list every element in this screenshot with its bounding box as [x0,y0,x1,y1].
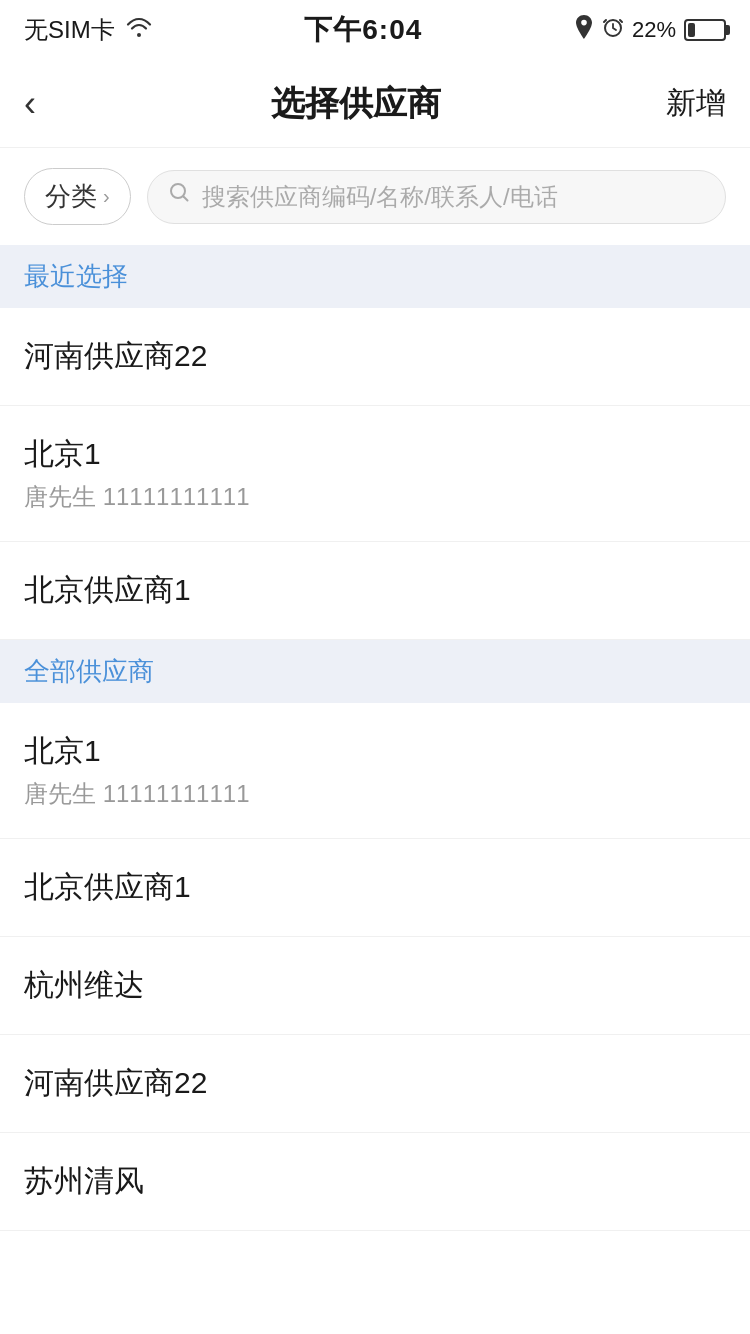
section-header-label-recent: 最近选择 [24,261,128,291]
chevron-right-icon: › [103,185,110,208]
section-header-all: 全部供应商 [0,640,750,703]
section-header-label-all: 全部供应商 [24,656,154,686]
alarm-icon [602,16,624,44]
list-item[interactable]: 苏州清风 [0,1133,750,1231]
category-label: 分类 [45,179,97,214]
add-button[interactable]: 新增 [666,83,726,124]
list-item[interactable]: 北京供应商1 [0,839,750,937]
wifi-icon [125,16,153,44]
item-name: 北京供应商1 [24,570,726,611]
item-name: 北京供应商1 [24,867,726,908]
item-contact: 唐先生 11111111111 [24,778,726,810]
item-name: 河南供应商22 [24,1063,726,1104]
item-name: 北京1 [24,434,726,475]
location-icon [574,15,594,45]
filter-bar: 分类 › 搜索供应商编码/名称/联系人/电话 [0,148,750,245]
nav-bar: ‹ 选择供应商 新增 [0,60,750,148]
battery-icon [684,19,726,41]
battery-percent: 22% [632,17,676,43]
status-carrier: 无SIM卡 [24,14,153,46]
section-header-recent: 最近选择 [0,245,750,308]
list-item[interactable]: 河南供应商22 [0,1035,750,1133]
item-name: 杭州维达 [24,965,726,1006]
carrier-label: 无SIM卡 [24,14,115,46]
status-right: 22% [574,15,726,45]
search-icon [168,181,192,212]
item-name: 河南供应商22 [24,336,726,377]
item-contact: 唐先生 11111111111 [24,481,726,513]
list-item[interactable]: 河南供应商22 [0,308,750,406]
list-item[interactable]: 杭州维达 [0,937,750,1035]
page-title: 选择供应商 [271,81,441,127]
list-item[interactable]: 北京1 唐先生 11111111111 [0,406,750,542]
item-name: 苏州清风 [24,1161,726,1202]
back-button[interactable]: ‹ [14,73,46,135]
status-time: 下午6:04 [304,11,422,49]
search-input-wrap[interactable]: 搜索供应商编码/名称/联系人/电话 [147,170,726,224]
list-item[interactable]: 北京供应商1 [0,542,750,640]
status-bar: 无SIM卡 下午6:04 22% [0,0,750,60]
list-item[interactable]: 北京1 唐先生 11111111111 [0,703,750,839]
supplier-list: 最近选择河南供应商22 北京1 唐先生 11111111111 北京供应商1 全部供应商… [0,245,750,1231]
item-name: 北京1 [24,731,726,772]
category-filter-button[interactable]: 分类 › [24,168,131,225]
search-placeholder: 搜索供应商编码/名称/联系人/电话 [202,181,558,213]
